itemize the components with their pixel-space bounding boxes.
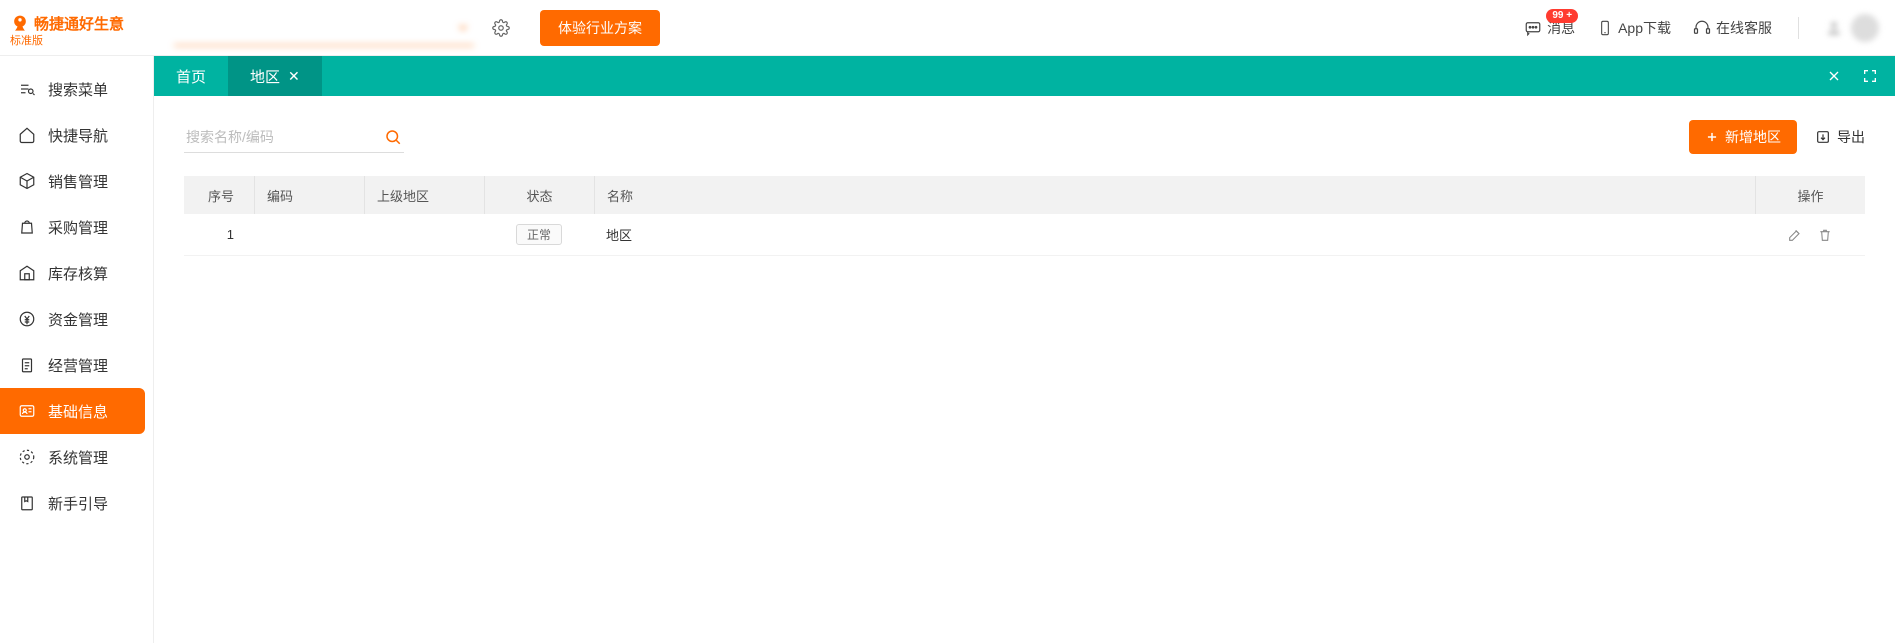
sidebar-item-label: 资金管理 [48,309,108,330]
sidebar-item-8[interactable]: 系统管理 [0,434,153,480]
online-service-label: 在线客服 [1716,18,1772,38]
sidebar-item-9[interactable]: 新手引导 [0,480,153,526]
gear-icon [492,19,510,37]
sidebar: 搜索菜单快捷导航销售管理采购管理库存核算资金管理经营管理基础信息系统管理新手引导 [0,56,154,643]
tabbar: 首页 地区 ✕ [154,56,1895,96]
home-icon [18,126,36,144]
content-area: 新增地区 导出 序号 编码 上级地区 状态 名称 [154,96,1895,643]
tab-label: 首页 [176,66,206,87]
sidebar-item-1[interactable]: 快捷导航 [0,112,153,158]
sidebar-item-label: 经营管理 [48,355,108,376]
sidebar-item-3[interactable]: 采购管理 [0,204,153,250]
table-header: 序号 编码 上级地区 状态 名称 操作 [184,176,1865,214]
cell-name: 地区 [594,225,1755,244]
th-seq: 序号 [184,186,254,205]
cell-seq: 1 [184,227,254,242]
sidebar-item-2[interactable]: 销售管理 [0,158,153,204]
sidebar-item-label: 基础信息 [48,401,108,422]
avatar [1851,14,1879,42]
chevron-down-icon [456,20,470,34]
settings-gear-button[interactable] [492,19,510,37]
plus-icon [1705,130,1719,144]
close-icon[interactable]: ✕ [288,68,300,85]
delete-button[interactable] [1817,227,1833,243]
search-menu-icon [18,80,36,98]
messages-badge: 99 + [1546,9,1578,23]
cell-actions [1755,227,1865,243]
sidebar-item-5[interactable]: 资金管理 [0,296,153,342]
export-button[interactable]: 导出 [1815,127,1865,147]
user-menu[interactable] [1825,14,1879,42]
search-icon[interactable] [384,128,402,146]
logo-icon [10,14,30,34]
toolbar: 新增地区 导出 [184,120,1865,154]
org-name [178,17,192,37]
system-icon [18,448,36,466]
bag-icon [18,218,36,236]
edit-button[interactable] [1787,227,1803,243]
tag-icon [18,172,36,190]
tabbar-right [1823,56,1895,96]
fullscreen-button[interactable] [1859,65,1881,87]
messages-button[interactable]: 消息 99 + [1524,18,1575,38]
tab-1[interactable]: 地区 ✕ [228,56,322,96]
header-right: 消息 99 + App下载 在线客服 [1524,14,1879,42]
money-icon [18,310,36,328]
th-code[interactable]: 编码 [254,176,364,214]
export-label: 导出 [1837,127,1865,147]
person-icon [1825,19,1843,37]
guide-icon [18,494,36,512]
region-table: 序号 编码 上级地区 状态 名称 操作 1 正常 地区 [184,176,1865,256]
warehouse-icon [18,264,36,282]
sidebar-item-label: 搜索菜单 [48,79,108,100]
export-icon [1815,129,1831,145]
search-box [184,122,404,153]
logo-text: 畅捷通好生意 [34,13,124,34]
close-icon [1826,68,1842,84]
sidebar-item-0[interactable]: 搜索菜单 [0,66,153,112]
tab-label: 地区 [250,66,280,87]
logo-subtitle: 标准版 [10,32,43,48]
logo: 畅捷通好生意 标准版 [0,7,154,48]
experience-plan-button[interactable]: 体验行业方案 [540,10,660,46]
sidebar-item-label: 系统管理 [48,447,108,468]
sidebar-item-6[interactable]: 经营管理 [0,342,153,388]
sidebar-item-label: 销售管理 [48,171,108,192]
sidebar-item-label: 快捷导航 [48,125,108,146]
app-download-label: App下载 [1618,18,1671,38]
online-service-button[interactable]: 在线客服 [1693,18,1772,38]
fullscreen-icon [1862,68,1878,84]
th-action: 操作 [1755,176,1865,214]
cell-status: 正常 [484,224,594,245]
chat-icon [1524,19,1542,37]
app-download-button[interactable]: App下载 [1597,18,1671,38]
close-all-tabs-button[interactable] [1823,65,1845,87]
status-badge: 正常 [516,224,562,245]
th-name[interactable]: 名称 [594,176,1755,214]
divider [1798,17,1799,39]
headset-icon [1693,19,1711,37]
sidebar-item-label: 采购管理 [48,217,108,238]
search-input[interactable] [186,129,384,145]
toolbar-right: 新增地区 导出 [1689,120,1865,154]
id-card-icon [18,402,36,420]
sidebar-item-4[interactable]: 库存核算 [0,250,153,296]
main: 首页地区✕ [154,56,1895,643]
sidebar-item-7[interactable]: 基础信息 [0,388,145,434]
edit-icon [1787,227,1803,243]
add-region-button[interactable]: 新增地区 [1689,120,1797,154]
sidebar-item-label: 新手引导 [48,493,108,514]
add-region-label: 新增地区 [1725,127,1781,147]
tab-0[interactable]: 首页 [154,56,228,96]
th-parent[interactable]: 上级地区 [364,176,484,214]
sidebar-item-label: 库存核算 [48,263,108,284]
clipboard-icon [18,356,36,374]
th-status[interactable]: 状态 [484,176,594,214]
table-row: 1 正常 地区 [184,214,1865,256]
trash-icon [1817,227,1833,243]
app-header: 畅捷通好生意 标准版 体验行业方案 消息 99 + App下载 [0,0,1895,56]
org-selector[interactable] [174,10,474,46]
phone-icon [1597,20,1613,36]
